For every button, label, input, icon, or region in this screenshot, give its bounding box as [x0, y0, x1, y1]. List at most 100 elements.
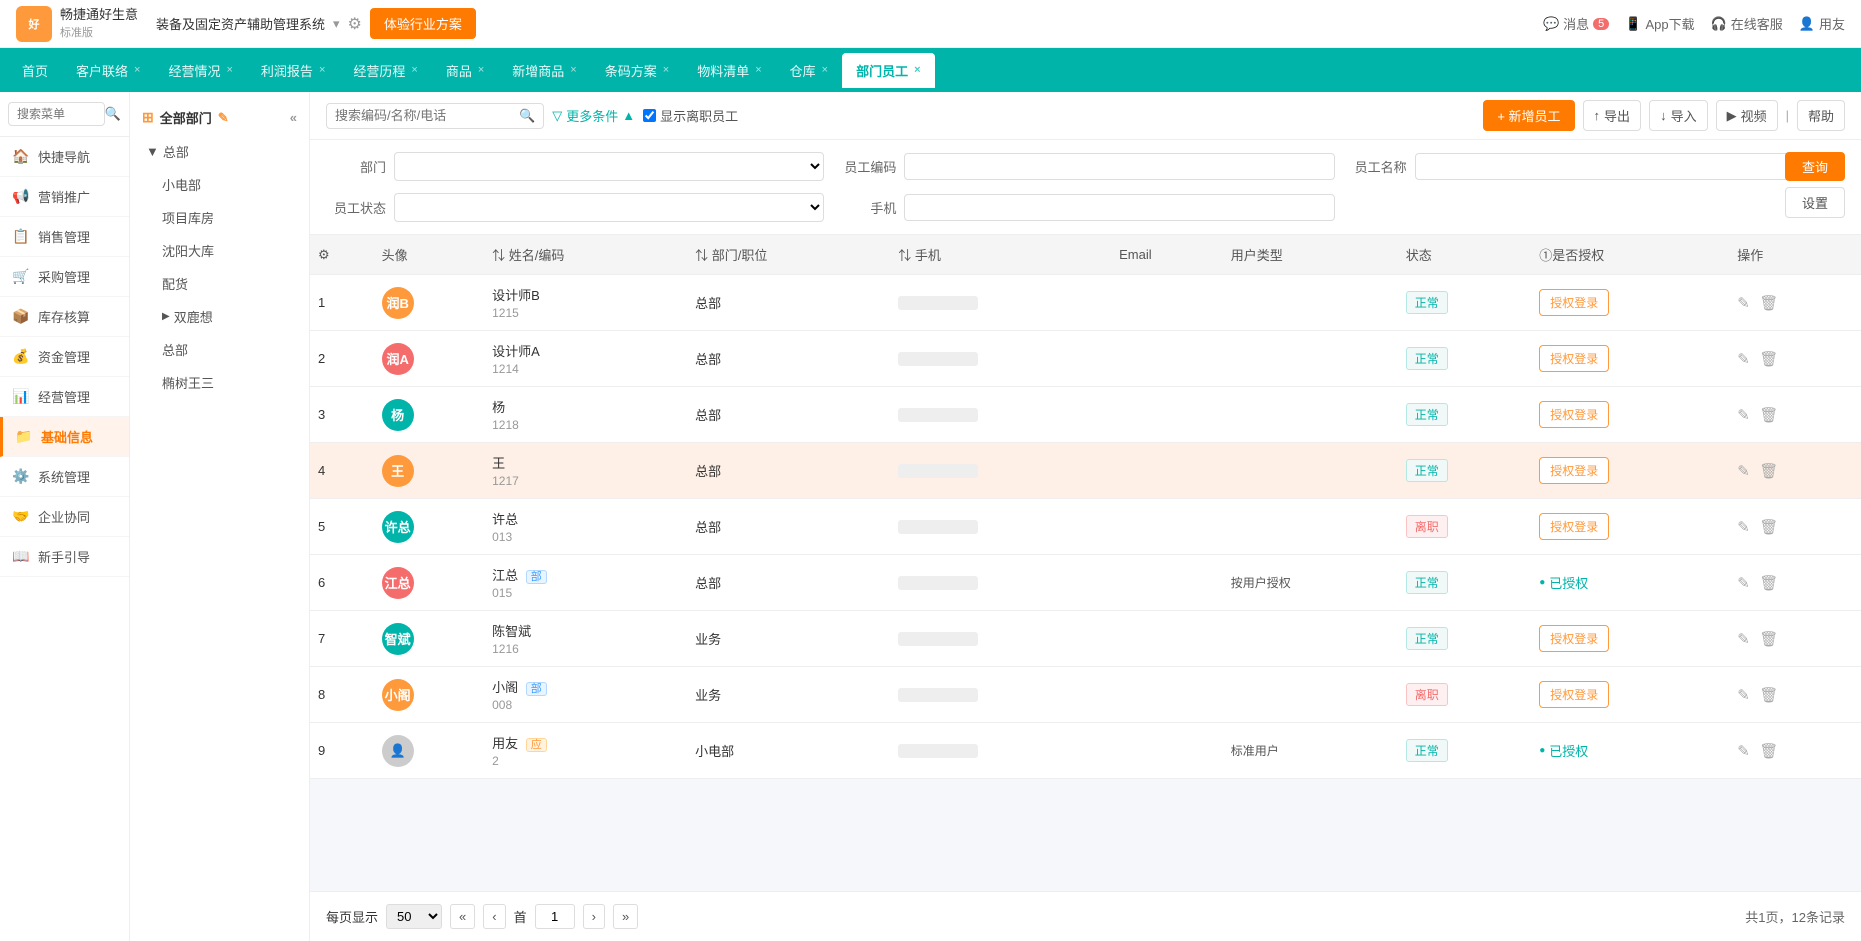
tab-home[interactable]: 首页	[8, 53, 62, 88]
sidebar-item-collab[interactable]: 🤝 企业协同	[0, 497, 129, 537]
dept-item-0[interactable]: ▼ 总部	[130, 135, 309, 168]
dept-item-peihuo[interactable]: 配货	[138, 267, 309, 300]
edit-icon[interactable]: ✎	[1737, 631, 1750, 648]
per-page-select[interactable]: 50 100	[386, 904, 442, 929]
search-input[interactable]	[335, 108, 515, 123]
tab-history[interactable]: 经营历程×	[339, 53, 431, 88]
show-resign-checkbox[interactable]	[643, 109, 656, 122]
tab-profit[interactable]: 利润报告×	[247, 53, 339, 88]
show-resign-check[interactable]: 显示离职员工	[643, 106, 738, 125]
view-button[interactable]: ▶ 视频	[1716, 100, 1778, 131]
add-employee-button[interactable]: + 新增员工	[1483, 100, 1574, 131]
delete-icon[interactable]: 🗑	[1759, 687, 1778, 704]
app-download-btn[interactable]: 📱 App下载	[1625, 14, 1694, 33]
auth-button[interactable]: 授权登录	[1539, 513, 1609, 540]
sidebar-item-purchase[interactable]: 🛒 采购管理	[0, 257, 129, 297]
delete-icon[interactable]: 🗑	[1759, 575, 1778, 592]
close-icon[interactable]: ×	[822, 64, 828, 76]
tab-warehouse[interactable]: 仓库×	[776, 53, 842, 88]
delete-icon[interactable]: 🗑	[1759, 519, 1778, 536]
import-button[interactable]: ↓ 导入	[1649, 100, 1708, 131]
tab-customer[interactable]: 客户联络×	[62, 53, 154, 88]
dept-edit-icon[interactable]: ✎	[218, 110, 229, 126]
last-page-btn[interactable]: »	[613, 904, 638, 929]
auth-button[interactable]: 授权登录	[1539, 345, 1609, 372]
emp-status-select[interactable]	[394, 193, 824, 222]
prev-page-btn[interactable]: ‹	[483, 904, 505, 929]
dept-collapse-icon[interactable]: «	[290, 110, 297, 125]
edit-icon[interactable]: ✎	[1737, 295, 1750, 312]
close-icon[interactable]: ×	[319, 64, 325, 76]
edit-icon[interactable]: ✎	[1737, 687, 1750, 704]
auth-button[interactable]: 授权登录	[1539, 289, 1609, 316]
close-icon[interactable]: ×	[411, 64, 417, 76]
tab-new-goods[interactable]: 新增商品×	[498, 53, 590, 88]
filter-btn[interactable]: ▽ 更多条件 ▲	[552, 106, 635, 125]
edit-icon[interactable]: ✎	[1737, 519, 1750, 536]
sidebar-item-basic[interactable]: 📁 基础信息	[0, 417, 129, 457]
tab-barcode[interactable]: 条码方案×	[591, 53, 683, 88]
close-icon[interactable]: ×	[134, 64, 140, 76]
online-service-btn[interactable]: 🎧 在线客服	[1711, 14, 1783, 33]
auth-button[interactable]: 授权登录	[1539, 625, 1609, 652]
message-btn[interactable]: 💬 消息 5	[1543, 14, 1609, 33]
close-icon[interactable]: ×	[478, 64, 484, 76]
close-icon[interactable]: ×	[755, 64, 761, 76]
edit-icon[interactable]: ✎	[1737, 351, 1750, 368]
sidebar-item-sales[interactable]: 📋 销售管理	[0, 217, 129, 257]
col-settings[interactable]: ⚙	[310, 235, 374, 275]
sidebar-search-input[interactable]	[8, 102, 105, 126]
tab-operation[interactable]: 经营情况×	[154, 53, 246, 88]
delete-icon[interactable]: 🗑	[1759, 463, 1778, 480]
dept-item-shenyang[interactable]: 沈阳大库	[138, 234, 309, 267]
delete-icon[interactable]: 🗑	[1759, 295, 1778, 312]
phone-input[interactable]	[904, 194, 1334, 221]
sidebar-item-marketing[interactable]: 📢 营销推广	[0, 177, 129, 217]
search-icon[interactable]: 🔍	[519, 108, 535, 124]
col-name[interactable]: ⇅ 姓名/编码	[484, 235, 687, 275]
delete-icon[interactable]: 🗑	[1759, 743, 1778, 760]
emp-code-input[interactable]	[904, 153, 1334, 180]
edit-icon[interactable]: ✎	[1737, 575, 1750, 592]
user-btn[interactable]: 👤 用友	[1799, 14, 1845, 33]
settings-icon[interactable]: ⚙	[348, 14, 362, 34]
dept-item-tuoshu[interactable]: 椭树王三	[138, 366, 309, 399]
tab-employees[interactable]: 部门员工×	[842, 53, 934, 88]
set-button[interactable]: 设置	[1785, 187, 1845, 218]
sidebar-item-mgmt[interactable]: 📊 经营管理	[0, 377, 129, 417]
close-icon[interactable]: ×	[226, 64, 232, 76]
tab-bom[interactable]: 物料清单×	[683, 53, 775, 88]
emp-name-input[interactable]	[1415, 153, 1845, 180]
dept-item-shuanglu[interactable]: ▶ 双鹿想	[138, 300, 309, 333]
delete-icon[interactable]: 🗑	[1759, 351, 1778, 368]
tab-goods[interactable]: 商品×	[432, 53, 498, 88]
first-page-btn[interactable]: «	[450, 904, 475, 929]
auth-button[interactable]: 授权登录	[1539, 457, 1609, 484]
export-button[interactable]: ↑ 导出	[1583, 100, 1642, 131]
edit-icon[interactable]: ✎	[1737, 743, 1750, 760]
close-icon[interactable]: ×	[914, 64, 920, 76]
col-phone[interactable]: ⇅ 手机	[890, 235, 1111, 275]
sidebar-item-shortcut[interactable]: 🏠 快捷导航	[0, 137, 129, 177]
trial-button[interactable]: 体验行业方案	[370, 8, 476, 39]
sidebar-item-guide[interactable]: 📖 新手引导	[0, 537, 129, 577]
col-dept[interactable]: ⇅ 部门/职位	[687, 235, 890, 275]
dept-select[interactable]	[394, 152, 824, 181]
sidebar-item-finance[interactable]: 💰 资金管理	[0, 337, 129, 377]
dept-item-xiaodibu[interactable]: 小电部	[138, 168, 309, 201]
next-page-btn[interactable]: ›	[583, 904, 605, 929]
sidebar-item-system[interactable]: ⚙️ 系统管理	[0, 457, 129, 497]
close-icon[interactable]: ×	[570, 64, 576, 76]
sidebar-item-inventory[interactable]: 📦 库存核算	[0, 297, 129, 337]
auth-button[interactable]: 授权登录	[1539, 401, 1609, 428]
help-button[interactable]: 帮助	[1797, 100, 1845, 131]
dropdown-icon[interactable]: ▾	[333, 16, 340, 32]
dept-item-xiangmu[interactable]: 项目库房	[138, 201, 309, 234]
close-icon[interactable]: ×	[663, 64, 669, 76]
page-input[interactable]	[535, 904, 575, 929]
delete-icon[interactable]: 🗑	[1759, 407, 1778, 424]
edit-icon[interactable]: ✎	[1737, 407, 1750, 424]
delete-icon[interactable]: 🗑	[1759, 631, 1778, 648]
dept-item-zongbu[interactable]: 总部	[138, 333, 309, 366]
edit-icon[interactable]: ✎	[1737, 463, 1750, 480]
